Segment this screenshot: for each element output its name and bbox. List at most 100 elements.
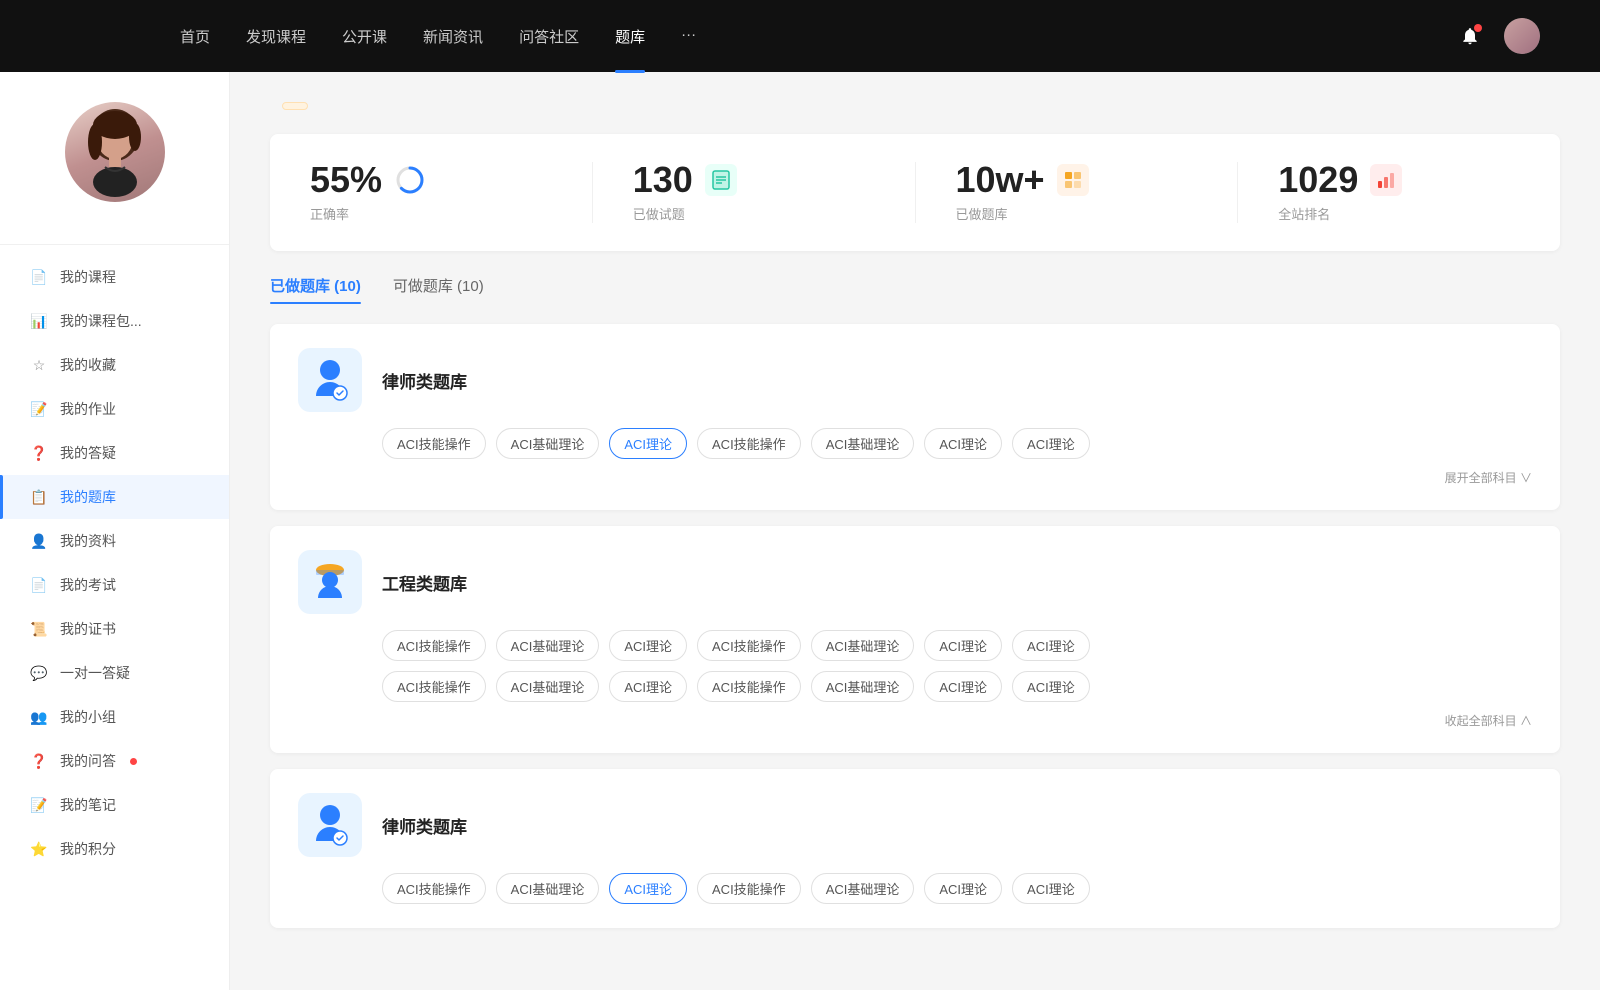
stat-icon-doc [705, 164, 737, 196]
sidebar-item-我的资料[interactable]: 👤我的资料 [0, 519, 229, 563]
sidebar-item-我的作业[interactable]: 📝 我的作业 [0, 387, 229, 431]
profile-avatar[interactable] [65, 102, 165, 202]
bank-tag-4[interactable]: ACI基础理论 [811, 873, 915, 904]
bank-tags-row1: ACI技能操作 ACI基础理论 ACI理论 ACI技能操作 ACI基础理论 ACI理论 AC… [382, 873, 1532, 904]
bank-tags-row2: ACI技能操作 ACI基础理论 ACI理论 ACI技能操作 ACI基础理论 ACI理论 AC… [382, 671, 1532, 702]
bank-tag-r2-1[interactable]: ACI基础理论 [496, 671, 600, 702]
stat-top: 10w+ [956, 162, 1089, 198]
stat-icon-grid [1057, 164, 1089, 196]
menu-label: 我的课程包... [60, 311, 142, 331]
bank-tag-0[interactable]: ACI技能操作 [382, 630, 486, 661]
nav-item-发现课程[interactable]: 发现课程 [246, 26, 306, 47]
menu-icon: 📋 [30, 488, 48, 506]
bank-tag-r2-6[interactable]: ACI理论 [1012, 671, 1090, 702]
stat-icon-chart [1370, 164, 1402, 196]
menu-icon: ❓ [30, 444, 48, 462]
sidebar-item-我的课程包...[interactable]: 📊我的课程包... [0, 299, 229, 343]
notification-bell[interactable] [1456, 22, 1484, 50]
navbar: 首页 发现课程 公开课 新闻资讯 问答社区 题库 ··· [0, 0, 1600, 72]
sidebar-item-我的答疑[interactable]: ❓ 我的答疑 [0, 431, 229, 475]
sidebar-item-我的笔记[interactable]: 📝我的笔记 [0, 783, 229, 827]
bank-sections: 律师类题库 ACI技能操作ACI基础理论ACI理论ACI技能操作ACI基础理论A… [270, 324, 1560, 928]
bank-tag-6[interactable]: ACI理论 [1012, 630, 1090, 661]
nav-item-首页[interactable]: 首页 [180, 26, 210, 47]
bank-icon [298, 793, 362, 857]
bank-tag-1[interactable]: ACI基础理论 [496, 428, 600, 459]
sidebar-item-我的问答[interactable]: ❓我的问答 [0, 739, 229, 783]
menu-icon: ☆ [30, 356, 48, 374]
tab-item-0[interactable]: 已做题库 (10) [270, 275, 361, 304]
bank-tag-3[interactable]: ACI技能操作 [697, 630, 801, 661]
bank-tag-1[interactable]: ACI基础理论 [496, 630, 600, 661]
bank-expand-btn[interactable]: 收起全部科目 ∧ [298, 712, 1532, 729]
menu-label: 我的笔记 [60, 795, 116, 815]
stat-top: 55% [310, 162, 426, 198]
sidebar-profile [0, 72, 229, 245]
bank-tag-r2-0[interactable]: ACI技能操作 [382, 671, 486, 702]
sidebar-item-我的考试[interactable]: 📄我的考试 [0, 563, 229, 607]
notification-dot [1474, 24, 1482, 32]
nav-item-公开课[interactable]: 公开课 [342, 26, 387, 47]
menu-label: 我的证书 [60, 619, 116, 639]
stat-item-0: 55% 正确率 [270, 162, 593, 223]
stat-icon-progress [394, 164, 426, 196]
bank-tag-6[interactable]: ACI理论 [1012, 428, 1090, 459]
menu-icon: ❓ [30, 752, 48, 770]
stat-label: 已做题库 [956, 204, 1008, 223]
bank-tag-r2-4[interactable]: ACI基础理论 [811, 671, 915, 702]
sidebar-item-一对一答疑[interactable]: 💬一对一答疑 [0, 651, 229, 695]
bank-tag-r2-3[interactable]: ACI技能操作 [697, 671, 801, 702]
bank-tag-r2-5[interactable]: ACI理论 [924, 671, 1002, 702]
bank-expand-btn[interactable]: 展开全部科目 ∨ [298, 469, 1532, 486]
stat-value: 130 [633, 162, 693, 198]
page-header [270, 102, 1560, 110]
bank-tag-1[interactable]: ACI基础理论 [496, 873, 600, 904]
menu-icon: 💬 [30, 664, 48, 682]
bank-icon [298, 348, 362, 412]
bank-tag-2[interactable]: ACI理论 [609, 630, 687, 661]
nav-item-新闻资讯[interactable]: 新闻资讯 [423, 26, 483, 47]
bank-tag-3[interactable]: ACI技能操作 [697, 873, 801, 904]
sidebar: 📄我的课程📊我的课程包... ☆ 我的收藏 📝 我的作业 ❓ 我的答疑 📋 我的题库 👤我的资料📄… [0, 72, 230, 990]
bank-tag-r2-2[interactable]: ACI理论 [609, 671, 687, 702]
sidebar-item-我的课程[interactable]: 📄我的课程 [0, 255, 229, 299]
sidebar-item-我的积分[interactable]: ⭐我的积分 [0, 827, 229, 871]
bank-section-lawyer1: 律师类题库 ACI技能操作 ACI基础理论 ACI理论 ACI技能操作 ACI基础理论 A… [270, 324, 1560, 510]
bank-section-engineering: 工程类题库 ACI技能操作ACI基础理论ACI理论ACI技能操作ACI基础理论A… [270, 526, 1560, 753]
sidebar-menu: 📄我的课程📊我的课程包... ☆ 我的收藏 📝 我的作业 ❓ 我的答疑 📋 我的题库 👤我的资料📄… [0, 245, 229, 881]
sidebar-item-我的题库[interactable]: 📋 我的题库 [0, 475, 229, 519]
menu-icon: 👥 [30, 708, 48, 726]
menu-label: 我的收藏 [60, 355, 116, 375]
bank-tag-5[interactable]: ACI理论 [924, 873, 1002, 904]
bank-tag-0[interactable]: ACI技能操作 [382, 428, 486, 459]
bank-tags-row1: ACI技能操作 ACI基础理论 ACI理论 ACI技能操作 ACI基础理论 ACI理论 AC… [382, 630, 1532, 661]
tab-item-1[interactable]: 可做题库 (10) [393, 275, 484, 304]
avatar-inner [65, 102, 165, 202]
bank-tag-6[interactable]: ACI理论 [1012, 873, 1090, 904]
sidebar-item-我的小组[interactable]: 👥我的小组 [0, 695, 229, 739]
bank-title: 律师类题库 [382, 813, 467, 838]
tabs-row: 已做题库 (10) 可做题库 (10) [270, 275, 1560, 304]
bank-tag-4[interactable]: ACI基础理论 [811, 428, 915, 459]
user-avatar[interactable] [1504, 18, 1540, 54]
menu-label: 我的答疑 [60, 443, 116, 463]
bank-header: 律师类题库 [298, 348, 1532, 412]
bank-tag-2[interactable]: ACI理论 [609, 873, 687, 904]
bank-tag-4[interactable]: ACI基础理论 [811, 630, 915, 661]
bank-section-lawyer2: 律师类题库 ACI技能操作ACI基础理论ACI理论ACI技能操作ACI基础理论A… [270, 769, 1560, 928]
menu-icon: 📝 [30, 400, 48, 418]
menu-label: 我的考试 [60, 575, 116, 595]
stat-label: 全站排名 [1278, 204, 1330, 223]
nav-item-···[interactable]: ··· [681, 26, 696, 47]
bank-tag-3[interactable]: ACI技能操作 [697, 428, 801, 459]
sidebar-item-我的收藏[interactable]: ☆ 我的收藏 [0, 343, 229, 387]
sidebar-item-我的证书[interactable]: 📜我的证书 [0, 607, 229, 651]
nav-item-题库[interactable]: 题库 [615, 26, 645, 47]
menu-label: 我的题库 [60, 487, 116, 507]
bank-tag-5[interactable]: ACI理论 [924, 630, 1002, 661]
bank-tag-5[interactable]: ACI理论 [924, 428, 1002, 459]
nav-item-问答社区[interactable]: 问答社区 [519, 26, 579, 47]
bank-tag-2[interactable]: ACI理论 [609, 428, 687, 459]
menu-label: 我的作业 [60, 399, 116, 419]
bank-tag-0[interactable]: ACI技能操作 [382, 873, 486, 904]
